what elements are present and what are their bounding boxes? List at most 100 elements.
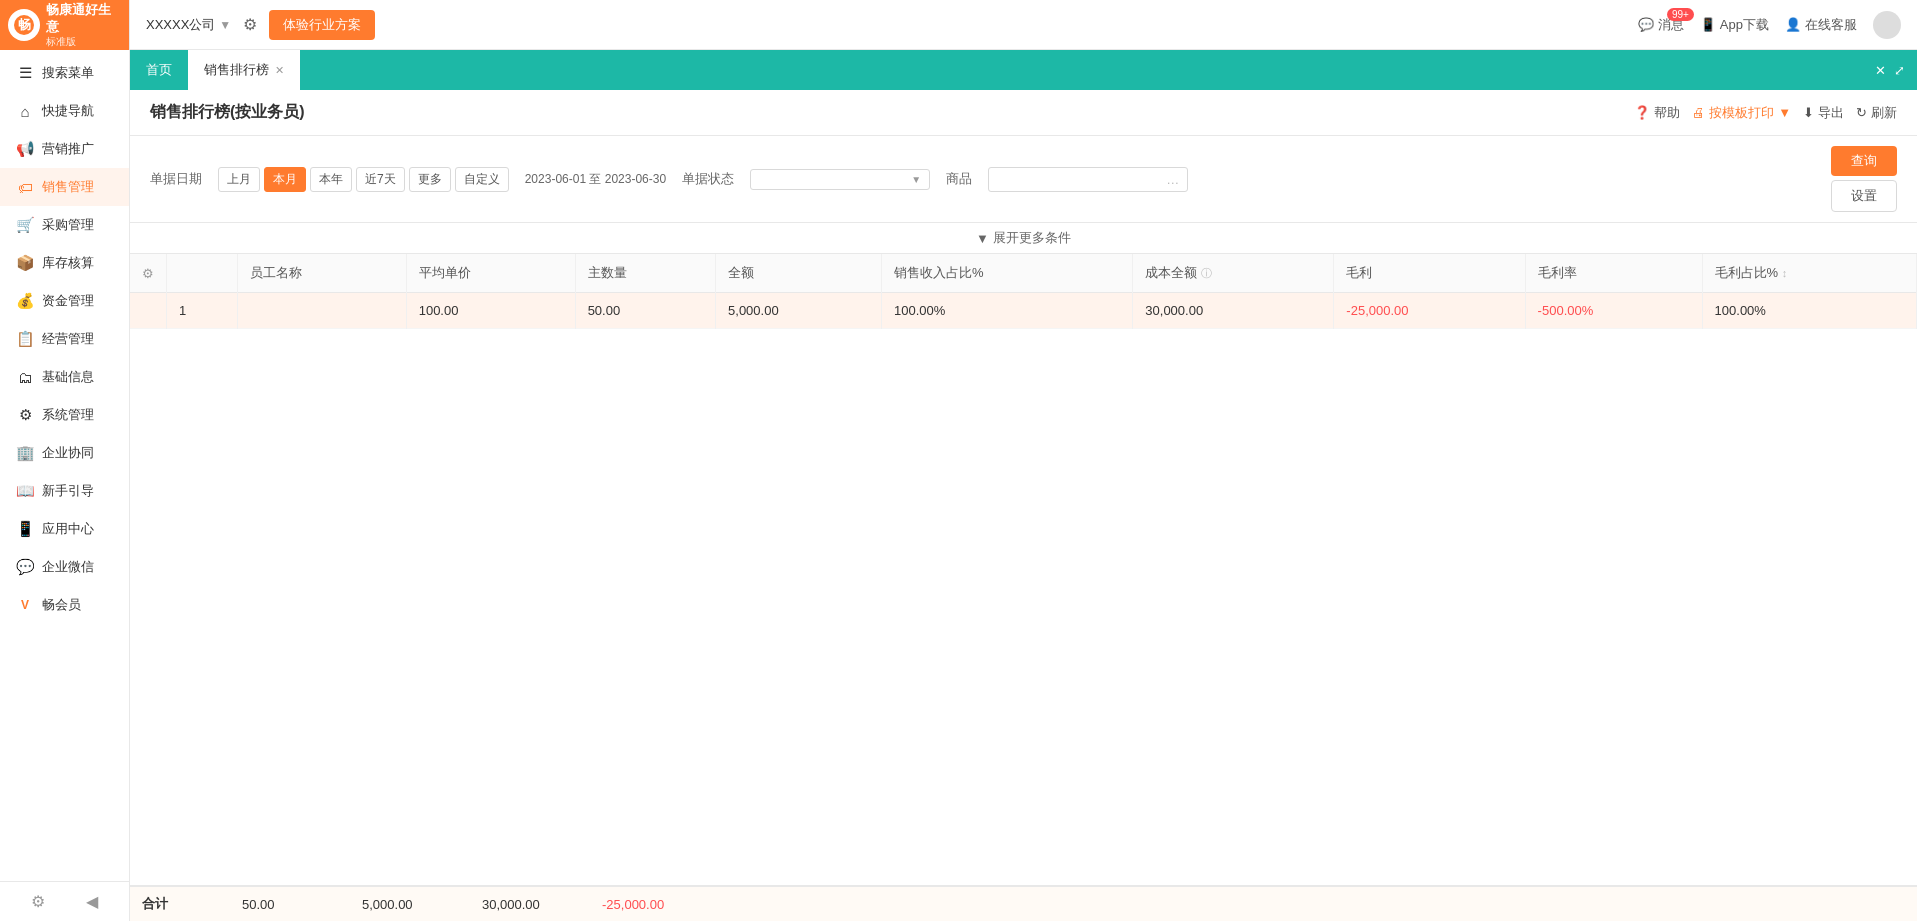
query-button[interactable]: 查询 [1831,146,1897,176]
table-row: 1 100.00 50.00 5,000.00 100.00% 30,000.0… [130,293,1917,329]
sidebar-item-guide[interactable]: 📖 新手引导 [0,472,129,510]
service-icon: 👤 [1785,17,1801,32]
sidebar-item-label: 资金管理 [42,292,94,310]
gross-pct-icon: ↕ [1782,267,1788,279]
col-main-qty: 主数量 [575,254,715,293]
app-name: 畅康通好生意 [46,2,121,36]
sidebar-item-member[interactable]: V 畅会员 [0,586,129,624]
sidebar-item-label: 营销推广 [42,140,94,158]
company-chevron-icon: ▼ [219,18,231,32]
row-gross-profit: -25,000.00 [1334,293,1525,329]
footer-label: 合计 [142,895,202,913]
online-service-label: 在线客服 [1805,16,1857,34]
sidebar-item-label: 销售管理 [42,178,94,196]
row-main-qty: 50.00 [575,293,715,329]
tab-close-icon[interactable]: ✕ [275,64,284,77]
user-avatar[interactable] [1873,11,1901,39]
window-expand-icon[interactable]: ⤢ [1894,63,1905,78]
page-header: 销售排行榜(按业务员) ❓ 帮助 🖨 按模板打印 ▼ ⬇ 导出 ↻ 刷新 [130,90,1917,136]
svg-text:畅: 畅 [18,17,31,32]
sidebar-item-inventory[interactable]: 📦 库存核算 [0,244,129,282]
custom-date-btn[interactable]: 自定义 [455,167,509,192]
col-cost-amount: 成本全额 ⓘ [1133,254,1334,293]
app-download-label: App下载 [1720,16,1769,34]
sidebar-menu: ☰ 搜索菜单 ⌂ 快捷导航 📢 营销推广 🏷 销售管理 🛒 采购管理 📦 库存核… [0,50,129,881]
col-gross-pct: 毛利占比% ↕ [1702,254,1916,293]
sidebar-item-label: 搜索菜单 [42,64,94,82]
help-btn[interactable]: ❓ 帮助 [1634,104,1680,122]
date-range: 2023-06-01 至 2023-06-30 [525,171,666,188]
status-select[interactable]: ▼ [750,169,930,190]
more-date-btn[interactable]: 更多 [409,167,451,192]
company-name: XXXXX公司 [146,16,215,34]
member-icon: V [16,598,34,612]
col-rank [167,254,238,293]
company-selector[interactable]: XXXXX公司 ▼ [146,16,231,34]
tab-sales-ranking[interactable]: 销售排行榜 ✕ [188,50,300,90]
sidebar-item-marketing[interactable]: 📢 营销推广 [0,130,129,168]
sidebar-item-app-center[interactable]: 📱 应用中心 [0,510,129,548]
sidebar-item-purchase[interactable]: 🛒 采购管理 [0,206,129,244]
sidebar-item-wechat[interactable]: 💬 企业微信 [0,548,129,586]
sidebar-item-label: 快捷导航 [42,102,94,120]
export-btn[interactable]: ⬇ 导出 [1803,104,1844,122]
table-header-row: ⚙ 员工名称 平均单价 主数量 全额 销售收入占比% 成本全额 ⓘ 毛利 毛利率 [130,254,1917,293]
tab-home[interactable]: 首页 [130,50,188,90]
sidebar-item-label: 企业协同 [42,444,94,462]
sidebar-item-label: 畅会员 [42,596,81,614]
this-month-btn[interactable]: 本月 [264,167,306,192]
setting-button[interactable]: 设置 [1831,180,1897,212]
row-gross-rate: -500.00% [1525,293,1702,329]
last7-btn[interactable]: 近7天 [356,167,405,192]
inventory-icon: 📦 [16,254,34,272]
col-settings: ⚙ [130,254,167,293]
topbar-right: 💬 消息 99+ 📱 App下载 👤 在线客服 [1638,11,1901,39]
col-sales-pct: 销售收入占比% [881,254,1132,293]
status-caret-icon: ▼ [911,174,921,185]
table-wrapper: ⚙ 员工名称 平均单价 主数量 全额 销售收入占比% 成本全额 ⓘ 毛利 毛利率 [130,254,1917,885]
window-close-icon[interactable]: ✕ [1875,63,1886,78]
refresh-icon: ↻ [1856,105,1867,120]
sidebar-item-search-order[interactable]: ☰ 搜索菜单 [0,54,129,92]
sidebar-item-operations[interactable]: 📋 经营管理 [0,320,129,358]
guide-icon: 📖 [16,482,34,500]
sidebar-settings-btn[interactable]: ⚙ [31,892,45,911]
print-btn[interactable]: 🖨 按模板打印 ▼ [1692,104,1791,122]
wechat-icon: 💬 [16,558,34,576]
sidebar-item-finance[interactable]: 💰 资金管理 [0,282,129,320]
sidebar-item-quick-nav[interactable]: ⌂ 快捷导航 [0,92,129,130]
sidebar-item-label: 库存核算 [42,254,94,272]
refresh-btn[interactable]: ↻ 刷新 [1856,104,1897,122]
sidebar-item-system[interactable]: ⚙ 系统管理 [0,396,129,434]
app-download-btn[interactable]: 📱 App下载 [1700,16,1769,34]
row-settings [130,293,167,329]
table-footer: 合计 50.00 5,000.00 30,000.00 -25,000.00 [130,885,1917,921]
message-btn[interactable]: 💬 消息 99+ [1638,16,1684,34]
goods-select[interactable]: … [988,167,1188,192]
online-service-btn[interactable]: 👤 在线客服 [1785,16,1857,34]
date-filters: 上月 本月 本年 近7天 更多 自定义 [218,167,509,192]
sidebar-item-label: 基础信息 [42,368,94,386]
row-sales-pct: 100.00% [881,293,1132,329]
content: 销售排行榜(按业务员) ❓ 帮助 🖨 按模板打印 ▼ ⬇ 导出 ↻ 刷新 [130,90,1917,921]
date-filter-label: 单据日期 [150,170,202,188]
tab-sales-ranking-label: 销售排行榜 [204,61,269,79]
message-badge: 99+ [1667,8,1694,21]
col-gross-rate: 毛利率 [1525,254,1702,293]
sidebar-item-sales[interactable]: 🏷 销售管理 [0,168,129,206]
prev-month-btn[interactable]: 上月 [218,167,260,192]
sidebar-collapse-btn[interactable]: ◀ [86,892,98,911]
logo-icon: 畅 [8,9,40,41]
download-icon: 📱 [1700,17,1716,32]
expand-btn[interactable]: ▼ 展开更多条件 [976,229,1071,247]
sidebar-item-base-info[interactable]: 🗂 基础信息 [0,358,129,396]
sidebar-item-label: 采购管理 [42,216,94,234]
footer-main-qty: 50.00 [242,897,322,912]
topbar-gear-icon[interactable]: ⚙ [243,15,257,34]
row-avg-price: 100.00 [406,293,575,329]
trial-button[interactable]: 体验行业方案 [269,10,375,40]
this-year-btn[interactable]: 本年 [310,167,352,192]
sidebar-item-label: 企业微信 [42,558,94,576]
sidebar-item-label: 经营管理 [42,330,94,348]
sidebar-item-enterprise[interactable]: 🏢 企业协同 [0,434,129,472]
